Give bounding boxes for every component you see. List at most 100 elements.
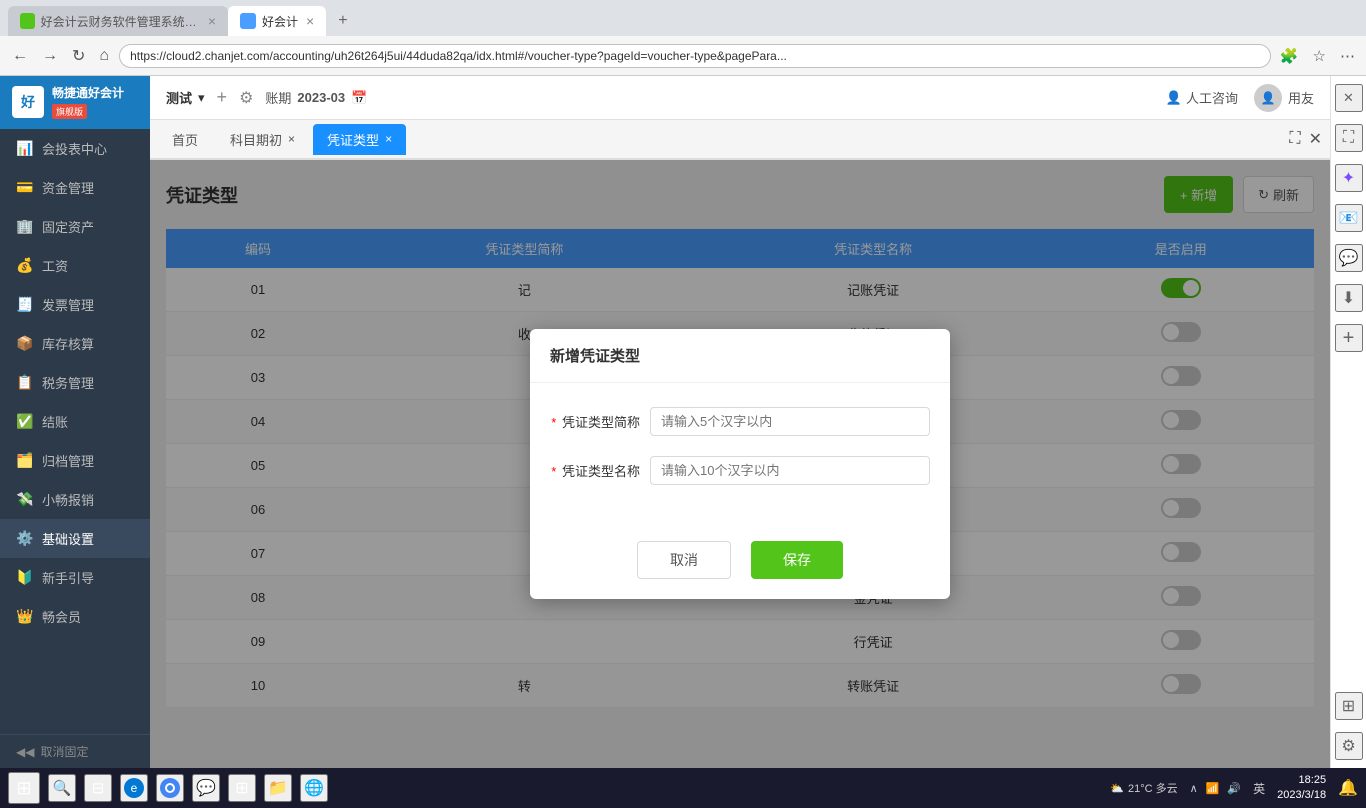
page-body: 凭证类型 + 新增 ↻ 刷新 编码 — [150, 160, 1330, 768]
notification-button[interactable]: 🔔 — [1338, 778, 1358, 798]
tab-voucher-type-close[interactable]: × — [385, 132, 392, 146]
member-icon: 👑 — [16, 607, 34, 625]
sidebar-item-salary[interactable]: 💰 工资 — [0, 246, 150, 285]
company-select[interactable]: 测试 ▾ — [166, 88, 205, 107]
period-value: 2023-03 — [297, 90, 345, 105]
tab-2-close[interactable]: × — [306, 13, 314, 29]
modal-overlay: 新增凭证类型 * 凭证类型简称 * — [150, 160, 1330, 768]
home-button[interactable]: ⌂ — [95, 43, 113, 69]
user-label: 用友 — [1288, 88, 1314, 107]
sidebar-label-assets: 固定资产 — [42, 217, 94, 236]
tab-subject[interactable]: 科目期初 × — [216, 124, 309, 155]
add-company-button[interactable]: + — [217, 87, 228, 108]
address-input[interactable] — [119, 44, 1271, 68]
sidebar-item-inventory[interactable]: 📦 库存核算 — [0, 324, 150, 363]
sidebar-item-expense[interactable]: 💸 小畅报销 — [0, 480, 150, 519]
sidebar-item-assets[interactable]: 🏢 固定资产 — [0, 207, 150, 246]
forward-button[interactable]: → — [38, 43, 62, 69]
expense-icon: 💸 — [16, 490, 34, 508]
extensions-button[interactable]: 🧩 — [1277, 44, 1302, 68]
capital-icon: 💳 — [16, 178, 34, 196]
sidebar-item-tax[interactable]: 📋 税务管理 — [0, 363, 150, 402]
taskbar-apps[interactable]: ⊞ — [228, 774, 256, 802]
right-close-button[interactable]: ✕ — [1335, 84, 1363, 112]
right-expand-button[interactable]: ⛶ — [1335, 124, 1363, 152]
tab-voucher-type[interactable]: 凭证类型 × — [313, 124, 406, 155]
sidebar-item-capital[interactable]: 💳 资金管理 — [0, 168, 150, 207]
logo-icon: 好 — [12, 86, 44, 118]
tab-2-label: 好会计 — [262, 13, 298, 30]
sidebar-label-archive: 归档管理 — [42, 451, 94, 470]
taskbar-msedge2[interactable]: 🌐 — [300, 774, 328, 802]
save-label: 保存 — [783, 552, 811, 568]
sidebar-item-checkout[interactable]: ✅ 结账 — [0, 402, 150, 441]
new-tab-button[interactable]: + — [330, 8, 355, 34]
modal-dialog: 新增凭证类型 * 凭证类型简称 * — [530, 329, 950, 599]
sidebar-label-capital: 资金管理 — [42, 178, 94, 197]
taskbar-wechat[interactable]: 💬 — [192, 774, 220, 802]
sidebar-label-guide: 新手引导 — [42, 568, 94, 587]
right-download-button[interactable]: ⬇ — [1335, 284, 1363, 312]
right-ai-button[interactable]: ✦ — [1335, 164, 1363, 192]
reload-button[interactable]: ↻ — [68, 42, 89, 70]
taskbar-edge[interactable]: e — [120, 774, 148, 802]
user-menu[interactable]: 👤 用友 — [1254, 84, 1314, 112]
right-msg-button[interactable]: 💬 — [1335, 244, 1363, 272]
right-add-button[interactable]: + — [1335, 324, 1363, 352]
star-button[interactable]: ☆ — [1310, 44, 1329, 68]
caret-up-icon[interactable]: ∧ — [1190, 782, 1198, 795]
expand-button[interactable]: ⛶ — [1289, 130, 1300, 148]
back-button[interactable]: ← — [8, 43, 32, 69]
modal-header: 新增凭证类型 — [530, 329, 950, 383]
sidebar-label-settings: 基础设置 — [42, 529, 94, 548]
tab-2[interactable]: 好会计 × — [228, 6, 326, 36]
sidebar-item-archive[interactable]: 🗂️ 归档管理 — [0, 441, 150, 480]
consult-icon: 👤 — [1166, 90, 1182, 106]
sidebar-label-checkout: 结账 — [42, 412, 68, 431]
name-input[interactable] — [650, 456, 930, 485]
settings-browser-button[interactable]: ⋯ — [1337, 44, 1358, 68]
sidebar-item-member[interactable]: 👑 畅会员 — [0, 597, 150, 636]
sidebar-item-dashboard[interactable]: 📊 会投表中心 — [0, 129, 150, 168]
sidebar-item-guide[interactable]: 🔰 新手引导 — [0, 558, 150, 597]
taskbar-files[interactable]: 📁 — [264, 774, 292, 802]
abbr-label: * 凭证类型简称 — [550, 412, 640, 431]
tab-1[interactable]: 好会计云财务软件管理系统_会计 × — [8, 6, 228, 36]
svg-text:e: e — [131, 781, 138, 795]
abbr-required: * — [551, 415, 556, 430]
company-dropdown-icon: ▾ — [198, 90, 205, 106]
close-tab-panel-button[interactable]: ✕ — [1309, 129, 1322, 149]
weather-text: 21°C 多云 — [1128, 780, 1178, 796]
guide-icon: 🔰 — [16, 568, 34, 586]
unpin-icon: ◀◀ — [16, 745, 34, 759]
sidebar-item-invoice[interactable]: 🧾 发票管理 — [0, 285, 150, 324]
weather-icon: ⛅ — [1110, 782, 1124, 795]
tab-subject-close[interactable]: × — [288, 132, 295, 146]
sidebar-unpin[interactable]: ◀◀ 取消固定 — [0, 734, 150, 768]
input-method[interactable]: 英 — [1253, 780, 1265, 797]
tax-icon: 📋 — [16, 373, 34, 391]
assets-icon: 🏢 — [16, 217, 34, 235]
taskbar-search[interactable]: 🔍 — [48, 774, 76, 802]
tab-home[interactable]: 首页 — [158, 124, 212, 155]
save-button[interactable]: 保存 — [751, 541, 843, 579]
right-cog-button[interactable]: ⚙ — [1335, 732, 1363, 760]
name-required: * — [551, 464, 556, 479]
start-button[interactable]: ⊞ — [8, 772, 40, 804]
taskbar-chrome[interactable] — [156, 774, 184, 802]
cancel-button[interactable]: 取消 — [637, 541, 731, 579]
settings-button[interactable]: ⚙ — [239, 88, 253, 108]
right-grid-button[interactable]: ⊞ — [1335, 692, 1363, 720]
name-label: * 凭证类型名称 — [550, 461, 640, 480]
tab-1-close[interactable]: × — [208, 13, 216, 29]
consult-button[interactable]: 👤 人工咨询 — [1166, 88, 1238, 107]
taskbar-taskview[interactable]: ⊟ — [84, 774, 112, 802]
logo-text: 畅捷通好会计 — [52, 86, 124, 102]
calendar-icon[interactable]: 📅 — [351, 90, 367, 106]
sidebar-label-member: 畅会员 — [42, 607, 81, 626]
abbr-input[interactable] — [650, 407, 930, 436]
sidebar-label-tax: 税务管理 — [42, 373, 94, 392]
invoice-icon: 🧾 — [16, 295, 34, 313]
sidebar-item-settings[interactable]: ⚙️ 基础设置 — [0, 519, 150, 558]
right-outlook-button[interactable]: 📧 — [1335, 204, 1363, 232]
